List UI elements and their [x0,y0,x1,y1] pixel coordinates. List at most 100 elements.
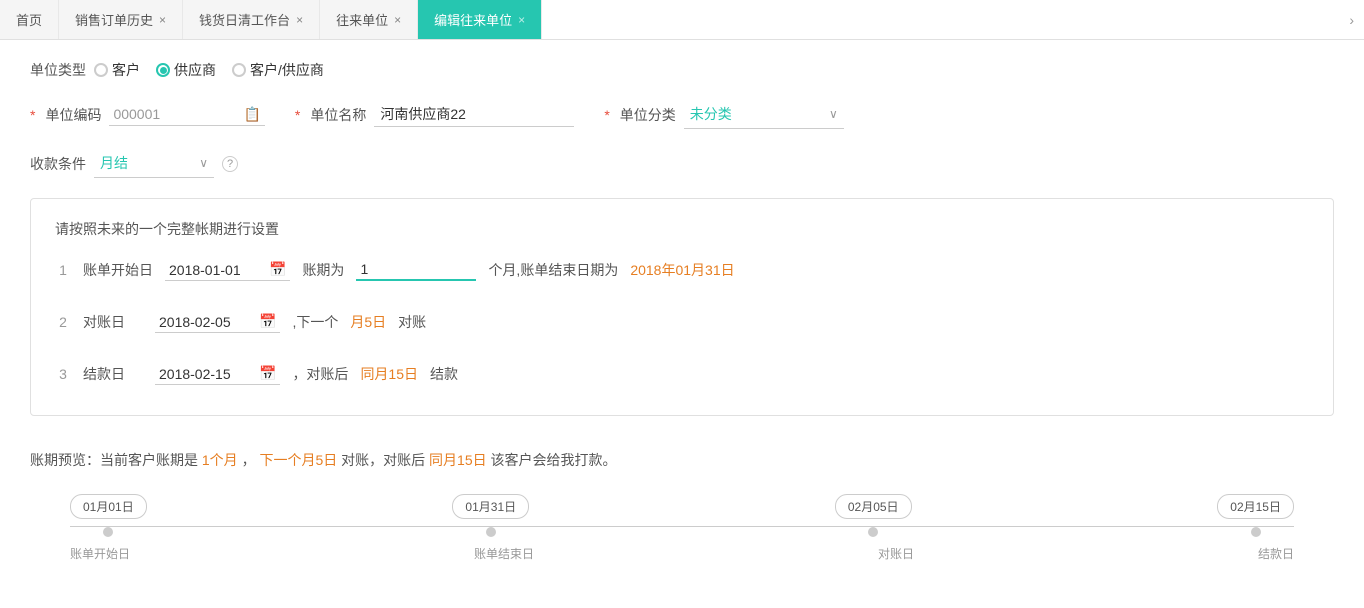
tab-sales-history[interactable]: 销售订单历史 × [59,0,183,39]
unit-code-copy-icon[interactable]: 📋 [243,106,260,123]
unit-name-input[interactable] [374,102,574,127]
unit-category-label: 单位分类 [620,105,676,125]
payment-terms-dropdown[interactable]: 月结 ∨ [94,149,214,178]
row-3-desc-highlight: 同月15日 [360,364,418,384]
preview-section: 账期预览：当前客户账期是 1个月 ， 下一个月5日 对账，对账后 同月15日 该… [30,436,1334,582]
unit-code-input[interactable] [113,106,243,122]
row-1-period-input[interactable] [356,259,476,281]
row-1-calendar-icon[interactable]: 📅 [269,261,286,278]
unit-category-dropdown[interactable]: 未分类 ∨ [684,100,844,129]
row-2-desc-highlight: 月5日 [350,312,386,332]
tab-cash-workbench[interactable]: 钱货日清工作台 × [183,0,320,39]
radio-group: 客户 供应商 客户/供应商 [94,60,324,80]
unit-type-row: 单位类型 客户 供应商 客户/供应商 [30,60,1334,80]
preview-mid2: 对账，对账后 [341,452,425,468]
payment-terms-value: 月结 [100,153,193,173]
row-1-period-label: 账期为 [302,260,344,280]
unit-code-label: 单位编码 [45,105,101,125]
row-1-period-end: 2018年01月31日 [630,260,734,280]
radio-customer-circle [94,63,108,77]
row-3-calendar-icon[interactable]: 📅 [259,365,276,382]
timeline-dot-2 [486,527,496,537]
timeline-badge-1: 01月01日 [70,494,147,519]
row-2-calendar-icon[interactable]: 📅 [259,313,276,330]
setting-row-1: 1 账单开始日 📅 账期为 个月,账单结束日期为 2018年01月31日 [55,259,1309,281]
tab-sales-history-close[interactable]: × [159,13,166,27]
tab-cash-workbench-label: 钱货日清工作台 [199,10,290,29]
radio-both-label: 客户/供应商 [250,60,324,80]
tab-home[interactable]: 首页 [0,0,59,39]
tab-counterparty[interactable]: 往来单位 × [320,0,418,39]
radio-supplier[interactable]: 供应商 [156,60,216,80]
row-1-date-input[interactable] [169,262,269,278]
payment-terms-group: 收款条件 月结 ∨ ? [30,149,238,178]
timeline: 01月01日 01月31日 02月05日 02月15日 [30,494,1334,562]
timeline-dot-4 [1251,527,1261,537]
timeline-dot-3 [868,527,878,537]
timeline-badge-2: 01月31日 [452,494,529,519]
row-1-label: 账单开始日 [83,260,153,280]
row-3-date-wrapper: 📅 [155,363,280,385]
radio-both[interactable]: 客户/供应商 [232,60,324,80]
row-3-desc-prefix: ，对账后 [292,364,348,384]
payment-terms-label: 收款条件 [30,154,86,174]
timeline-badge-4: 02月15日 [1217,494,1294,519]
row-1-date-wrapper: 📅 [165,259,290,281]
row-3-date-input[interactable] [159,366,259,382]
timeline-badge-3: 02月05日 [835,494,912,519]
row-2-label: 对账日 [83,312,143,332]
section-title: 请按照未来的一个完整帐期进行设置 [55,219,1309,239]
row-2-desc-suffix: 对账 [398,312,426,332]
setting-row-2: 2 对账日 📅 ,下一个 月5日 对账 [55,311,1309,333]
radio-supplier-label: 供应商 [174,60,216,80]
unit-name-star: * [295,107,300,123]
row-3-desc-suffix: 结款 [430,364,458,384]
tab-counterparty-close[interactable]: × [394,13,401,27]
radio-customer[interactable]: 客户 [94,60,140,80]
unit-code-star: * [30,107,35,123]
timeline-point-4: 02月15日 [1217,494,1294,537]
setting-row-3: 3 结款日 📅 ，对账后 同月15日 结款 [55,363,1309,385]
row-3-number: 3 [55,366,71,382]
preview-text: 账期预览：当前客户账期是 1个月 ， 下一个月5日 对账，对账后 同月15日 该… [30,450,1334,470]
tab-counterparty-label: 往来单位 [336,10,388,29]
tab-edit-counterparty-label: 编辑往来单位 [434,10,512,29]
timeline-point-2: 01月31日 [452,494,529,537]
timeline-point-1: 01月01日 [70,494,147,537]
timeline-label-2: 账单结束日 [474,545,534,562]
timeline-labels-row: 账单开始日 账单结束日 对账日 结款日 [70,545,1294,562]
preview-part2: 下一个月5日 [259,452,337,468]
row-2-number: 2 [55,314,71,330]
tab-arrow[interactable]: › [1339,0,1364,39]
timeline-dot-1 [103,527,113,537]
tab-edit-counterparty[interactable]: 编辑往来单位 × [418,0,542,39]
unit-type-group: 单位类型 客户 供应商 客户/供应商 [30,60,324,80]
help-icon[interactable]: ? [222,156,238,172]
unit-name-label: 单位名称 [310,105,366,125]
radio-supplier-circle [156,63,170,77]
timeline-label-3: 对账日 [878,545,914,562]
preview-end: 该客户会给我打款。 [491,452,617,468]
row-2-date-wrapper: 📅 [155,311,280,333]
tabs-bar: 首页 销售订单历史 × 钱货日清工作台 × 往来单位 × 编辑往来单位 × › [0,0,1364,40]
row-2-date-input[interactable] [159,314,259,330]
unit-code-group: * 单位编码 📋 [30,104,265,126]
unit-info-row: * 单位编码 📋 * 单位名称 * 单位分类 未分类 ∨ [30,100,1334,129]
preview-part1: 1个月 [202,452,238,468]
preview-mid1: ， [242,452,256,468]
unit-category-star: * [604,107,609,123]
section-card: 请按照未来的一个完整帐期进行设置 1 账单开始日 📅 账期为 个月,账单结束日期… [30,198,1334,416]
radio-both-circle [232,63,246,77]
row-1-period-unit: 个月,账单结束日期为 [488,260,618,280]
tab-cash-workbench-close[interactable]: × [296,13,303,27]
tab-edit-counterparty-close[interactable]: × [518,13,525,27]
row-3-label: 结款日 [83,364,143,384]
preview-part3: 同月15日 [429,452,487,468]
main-content: 单位类型 客户 供应商 客户/供应商 * 单位编码 [0,40,1364,608]
unit-type-label: 单位类型 [30,60,86,80]
radio-customer-label: 客户 [112,60,140,80]
unit-name-group: * 单位名称 [295,102,574,127]
unit-category-group: * 单位分类 未分类 ∨ [604,100,843,129]
unit-category-value: 未分类 [690,104,823,124]
timeline-point-3: 02月05日 [835,494,912,537]
